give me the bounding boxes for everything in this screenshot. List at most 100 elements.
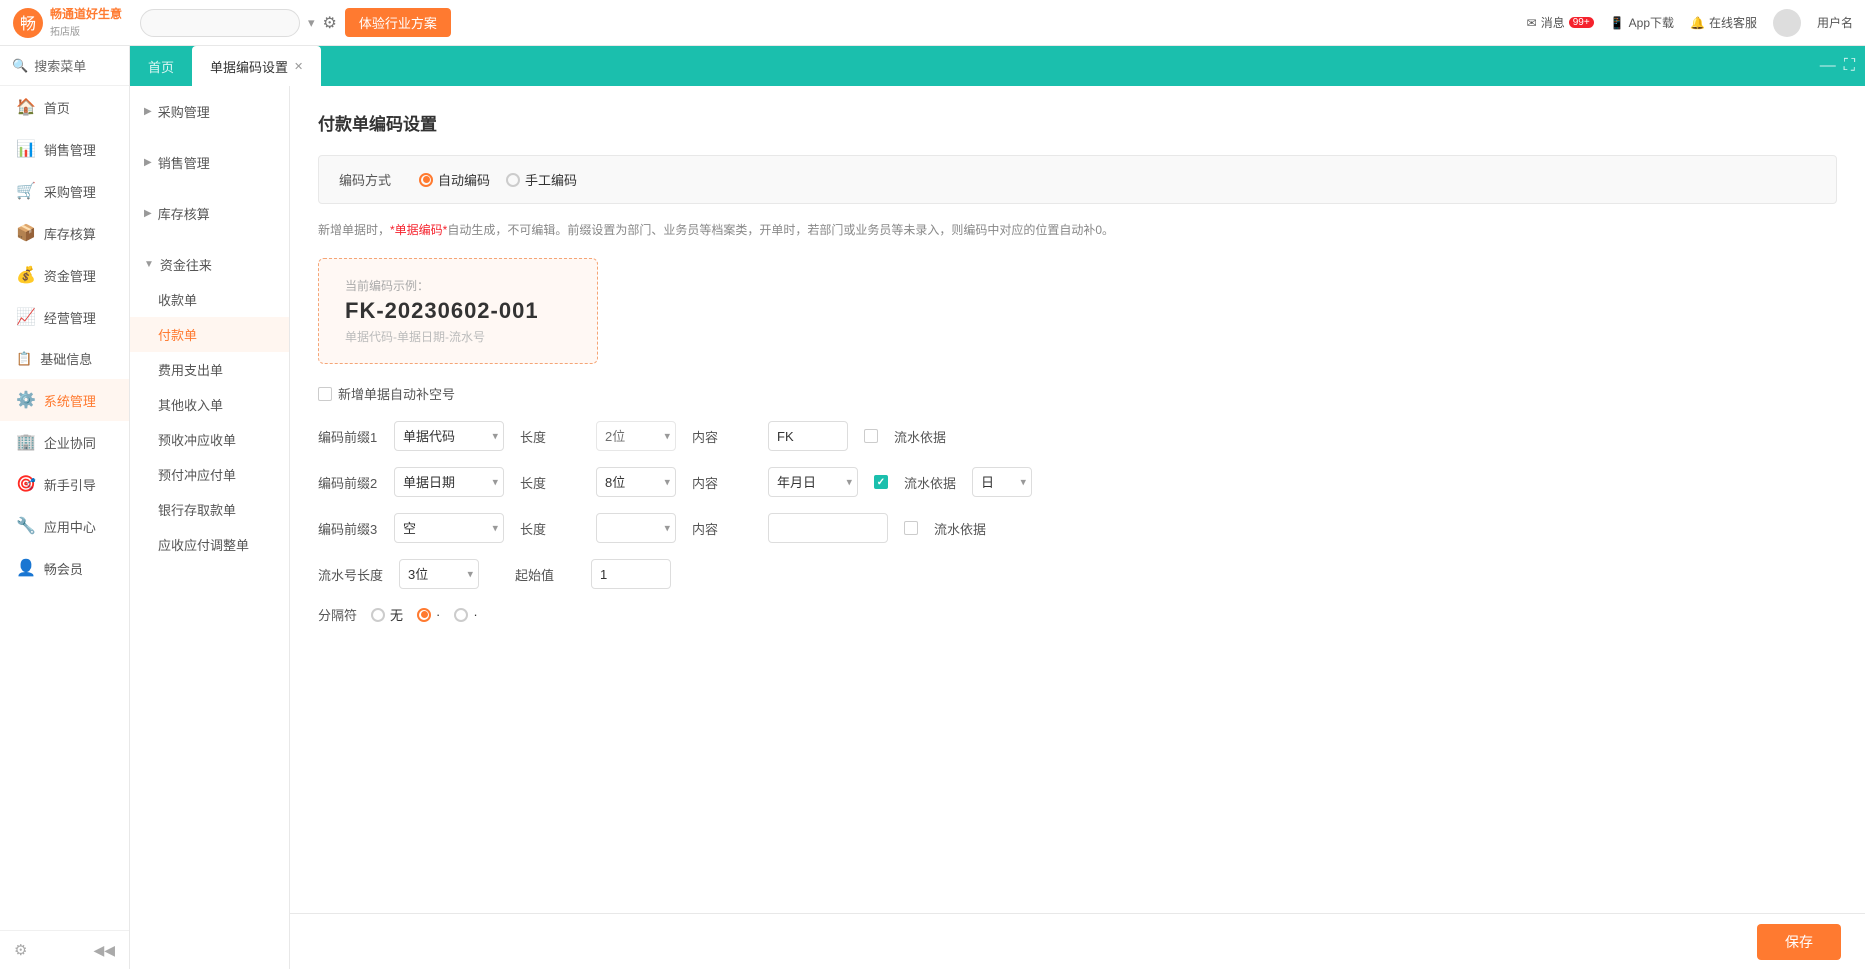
serial3-checkbox[interactable] xyxy=(904,521,918,535)
message-btn[interactable]: ✉ 消息 99+ xyxy=(1527,14,1594,31)
sidebar-collapse-icon[interactable]: ◀◀ xyxy=(93,942,115,959)
tab-expand-icon[interactable]: ⛶ xyxy=(1844,57,1855,75)
prefix2-select[interactable]: 单据日期 xyxy=(394,467,504,497)
sub-item-bank-deposit[interactable]: 银行存取款单 xyxy=(130,492,289,527)
auto-encode-radio[interactable]: 自动编码 xyxy=(419,170,490,189)
sidebar-item-guide[interactable]: 🎯 新手引导 xyxy=(0,463,129,505)
prefix2-select-wrap: 单据日期 xyxy=(394,467,504,497)
sep-none-radio[interactable]: 无 xyxy=(371,605,403,624)
sidebar-item-home[interactable]: 🏠 首页 xyxy=(0,86,129,128)
sub-label-inventory: 库存核算 xyxy=(158,204,210,223)
sidebar-item-label-purchase: 采购管理 xyxy=(44,182,96,201)
tab-encoding[interactable]: 单据编码设置 ✕ xyxy=(192,46,321,86)
sidebar-item-label-guide: 新手引导 xyxy=(44,475,96,494)
sidebar-item-label-operation: 经营管理 xyxy=(44,308,96,327)
sub-item-advance-receive[interactable]: 预收冲应收单 xyxy=(130,422,289,457)
search-icon: 🔍 xyxy=(12,58,28,74)
sub-item-other-income[interactable]: 其他收入单 xyxy=(130,387,289,422)
serial2-unit-wrap: 日 xyxy=(972,467,1032,497)
encoding-method-label: 编码方式 xyxy=(339,170,399,189)
sidebar-item-label-system: 系统管理 xyxy=(44,391,96,410)
sub-item-receipt[interactable]: 收款单 xyxy=(130,282,289,317)
avatar[interactable] xyxy=(1773,9,1801,37)
sidebar-bottom: ⚙ ◀◀ xyxy=(0,930,129,969)
sub-header-purchase[interactable]: ▶ 采购管理 xyxy=(130,94,289,129)
prefix3-select[interactable]: 空 xyxy=(394,513,504,543)
dropdown-arrow-icon[interactable]: ▾ xyxy=(308,15,315,31)
online-service-label: 在线客服 xyxy=(1709,14,1757,31)
encode-row-1: 编码前缀1 单据代码 长度 2位 内容 xyxy=(318,421,1837,451)
sidebar-item-label-finance: 资金管理 xyxy=(44,266,96,285)
app-download-label: App下载 xyxy=(1629,14,1674,31)
sub-layout: ▶ 采购管理 ▶ 销售管理 ▶ 库存核算 xyxy=(130,86,1865,969)
sidebar-item-operation[interactable]: 📈 经营管理 xyxy=(0,296,129,338)
tab-close-icon[interactable]: ✕ xyxy=(294,60,303,73)
auto-fill-checkbox[interactable] xyxy=(318,387,332,401)
sidebar-item-system[interactable]: ⚙️ 系统管理 xyxy=(0,379,129,421)
main-layout: 🔍 搜索菜单 🏠 首页 📊 销售管理 🛒 采购管理 📦 库存核算 💰 资金管理 … xyxy=(0,46,1865,969)
sidebar-item-label-apps: 应用中心 xyxy=(44,517,96,536)
encoding-method-section: 编码方式 自动编码 手工编码 xyxy=(318,155,1837,204)
sub-item-expense[interactable]: 费用支出单 xyxy=(130,352,289,387)
sidebar-item-inventory[interactable]: 📦 库存核算 xyxy=(0,212,129,254)
sep-dot-radio[interactable]: · xyxy=(417,607,440,622)
info-highlight: *单据编码* xyxy=(390,223,447,237)
code-preview-label: 当前编码示例： xyxy=(345,277,571,294)
length2-label: 长度 xyxy=(520,473,580,492)
serial2-checkbox[interactable] xyxy=(874,475,888,489)
prefix1-select[interactable]: 单据代码 xyxy=(394,421,504,451)
upgrade-btn[interactable]: 体验行业方案 xyxy=(345,8,451,37)
tab-minimize-icon[interactable]: — xyxy=(1820,57,1836,75)
sub-item-ar-adjust[interactable]: 应收应付调整单 xyxy=(130,527,289,562)
separator-label: 分隔符 xyxy=(318,605,357,624)
sidebar-settings-icon[interactable]: ⚙ xyxy=(14,941,27,959)
prefix1-label: 编码前缀1 xyxy=(318,427,378,446)
serial2-unit-select[interactable]: 日 xyxy=(972,467,1032,497)
tab-home-label: 首页 xyxy=(148,57,174,76)
sub-item-payment[interactable]: 付款单 xyxy=(130,317,289,352)
sidebar-item-finance[interactable]: 💰 资金管理 xyxy=(0,254,129,296)
manual-encode-radio[interactable]: 手工编码 xyxy=(506,170,577,189)
online-service-icon: 🔔 xyxy=(1690,16,1705,30)
sidebar-item-member[interactable]: 👤 畅会员 xyxy=(0,547,129,589)
header-search-input[interactable] xyxy=(140,9,300,37)
start-value-input[interactable] xyxy=(591,559,671,589)
sep-none-label: 无 xyxy=(390,605,403,624)
length2-select[interactable]: 8位 xyxy=(596,467,676,497)
header-right: ✉ 消息 99+ 📱 App下载 🔔 在线客服 用户名 xyxy=(1527,9,1853,37)
sidebar-item-sales[interactable]: 📊 销售管理 xyxy=(0,128,129,170)
page-content: 付款单编码设置 编码方式 自动编码 手工编码 xyxy=(290,86,1865,969)
length1-select[interactable]: 2位 xyxy=(596,421,676,451)
serial1-checkbox[interactable] xyxy=(864,429,878,443)
sub-arrow-inventory: ▶ xyxy=(144,208,152,219)
tab-home[interactable]: 首页 xyxy=(130,46,192,86)
sub-item-advance-pay[interactable]: 预付冲应付单 xyxy=(130,457,289,492)
sub-group-purchase: ▶ 采购管理 xyxy=(130,86,289,137)
sub-group-finance: ▼ 资金往来 收款单 付款单 费用支出单 其他收入单 预收冲应收单 预付冲应付单… xyxy=(130,239,289,570)
sidebar-item-basic[interactable]: 📋 基础信息 xyxy=(0,338,129,379)
content1-input[interactable] xyxy=(768,421,848,451)
sep-dot2-radio[interactable]: · xyxy=(454,607,477,622)
sub-header-sales[interactable]: ▶ 销售管理 xyxy=(130,145,289,180)
message-icon: ✉ xyxy=(1527,16,1537,30)
online-service-btn[interactable]: 🔔 在线客服 xyxy=(1690,14,1757,31)
sep-dot2-label: · xyxy=(473,607,477,622)
sub-header-finance[interactable]: ▼ 资金往来 xyxy=(130,247,289,282)
auto-encode-label: 自动编码 xyxy=(438,170,490,189)
app-download-btn[interactable]: 📱 App下载 xyxy=(1610,14,1674,31)
tab-bar: 首页 单据编码设置 ✕ — ⛶ xyxy=(130,46,1865,86)
sub-sidebar: ▶ 采购管理 ▶ 销售管理 ▶ 库存核算 xyxy=(130,86,290,969)
settings-icon[interactable]: ⚙ xyxy=(323,13,337,33)
sidebar-item-apps[interactable]: 🔧 应用中心 xyxy=(0,505,129,547)
sub-header-inventory[interactable]: ▶ 库存核算 xyxy=(130,196,289,231)
sidebar-item-label-basic: 基础信息 xyxy=(40,349,92,368)
serial-length-select-wrap: 3位 xyxy=(399,559,479,589)
length3-select[interactable] xyxy=(596,513,676,543)
sidebar-item-enterprise[interactable]: 🏢 企业协同 xyxy=(0,421,129,463)
content2-select[interactable]: 年月日 xyxy=(768,467,858,497)
sidebar-search[interactable]: 🔍 搜索菜单 xyxy=(0,46,129,86)
serial-length-select[interactable]: 3位 xyxy=(399,559,479,589)
sidebar-item-purchase[interactable]: 🛒 采购管理 xyxy=(0,170,129,212)
save-button[interactable]: 保存 xyxy=(1757,924,1841,960)
content3-input[interactable] xyxy=(768,513,888,543)
